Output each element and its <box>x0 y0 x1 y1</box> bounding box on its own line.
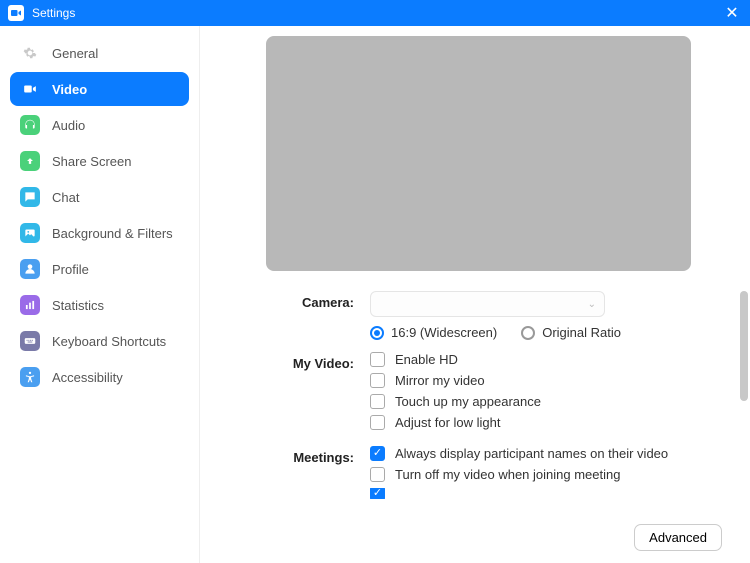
sidebar-item-chat[interactable]: Chat <box>10 180 189 214</box>
chevron-down-icon: ⌄ <box>588 299 596 310</box>
sidebar-item-label: General <box>52 46 98 61</box>
checkbox-partial[interactable] <box>370 488 385 499</box>
accessibility-icon <box>20 367 40 387</box>
checkbox-turnoff[interactable] <box>370 467 385 482</box>
sidebar-item-label: Keyboard Shortcuts <box>52 334 166 349</box>
sidebar-item-label: Share Screen <box>52 154 132 169</box>
close-icon[interactable]: ✕ <box>722 3 742 23</box>
sidebar-item-label: Accessibility <box>52 370 123 385</box>
radio-widescreen-label: 16:9 (Widescreen) <box>391 325 497 340</box>
advanced-button[interactable]: Advanced <box>634 524 722 551</box>
title-bar: Settings ✕ <box>0 0 750 26</box>
radio-original-label: Original Ratio <box>542 325 621 340</box>
app-icon <box>8 5 24 21</box>
gear-icon <box>20 43 40 63</box>
sidebar-item-audio[interactable]: Audio <box>10 108 189 142</box>
sidebar-item-label: Statistics <box>52 298 104 313</box>
share-screen-icon <box>20 151 40 171</box>
meetings-label: Meetings: <box>250 446 370 505</box>
keyboard-icon <box>20 331 40 351</box>
camera-select[interactable]: ⌄ <box>370 291 605 317</box>
checkbox-enable-hd[interactable] <box>370 352 385 367</box>
radio-widescreen[interactable] <box>370 326 384 340</box>
window-title: Settings <box>32 6 722 20</box>
sidebar: General Video Audio Share Screen Chat <box>0 26 200 563</box>
radio-original[interactable] <box>521 326 535 340</box>
checkbox-hd-label: Enable HD <box>395 352 458 367</box>
sidebar-item-statistics[interactable]: Statistics <box>10 288 189 322</box>
myvideo-label: My Video: <box>250 352 370 436</box>
content-pane: Camera: ⌄ 16:9 (Widescreen) Original <box>200 26 750 563</box>
background-icon <box>20 223 40 243</box>
checkbox-mirror-label: Mirror my video <box>395 373 485 388</box>
headphones-icon <box>20 115 40 135</box>
video-icon <box>20 79 40 99</box>
sidebar-item-label: Video <box>52 82 87 97</box>
checkbox-mirror[interactable] <box>370 373 385 388</box>
camera-label: Camera: <box>250 291 370 346</box>
sidebar-item-background[interactable]: Background & Filters <box>10 216 189 250</box>
sidebar-item-label: Background & Filters <box>52 226 173 241</box>
checkbox-lowlight-label: Adjust for low light <box>395 415 501 430</box>
sidebar-item-label: Chat <box>52 190 79 205</box>
sidebar-item-share-screen[interactable]: Share Screen <box>10 144 189 178</box>
chat-icon <box>20 187 40 207</box>
sidebar-item-video[interactable]: Video <box>10 72 189 106</box>
checkbox-turnoff-label: Turn off my video when joining meeting <box>395 467 620 482</box>
statistics-icon <box>20 295 40 315</box>
sidebar-item-keyboard[interactable]: Keyboard Shortcuts <box>10 324 189 358</box>
checkbox-show-names[interactable] <box>370 446 385 461</box>
sidebar-item-label: Audio <box>52 118 85 133</box>
sidebar-item-accessibility[interactable]: Accessibility <box>10 360 189 394</box>
sidebar-item-general[interactable]: General <box>10 36 189 70</box>
checkbox-touchup-label: Touch up my appearance <box>395 394 541 409</box>
checkbox-lowlight[interactable] <box>370 415 385 430</box>
sidebar-item-label: Profile <box>52 262 89 277</box>
scrollbar-thumb[interactable] <box>740 291 748 401</box>
profile-icon <box>20 259 40 279</box>
checkbox-touchup[interactable] <box>370 394 385 409</box>
video-preview <box>266 36 691 271</box>
checkbox-names-label: Always display participant names on thei… <box>395 446 668 461</box>
sidebar-item-profile[interactable]: Profile <box>10 252 189 286</box>
